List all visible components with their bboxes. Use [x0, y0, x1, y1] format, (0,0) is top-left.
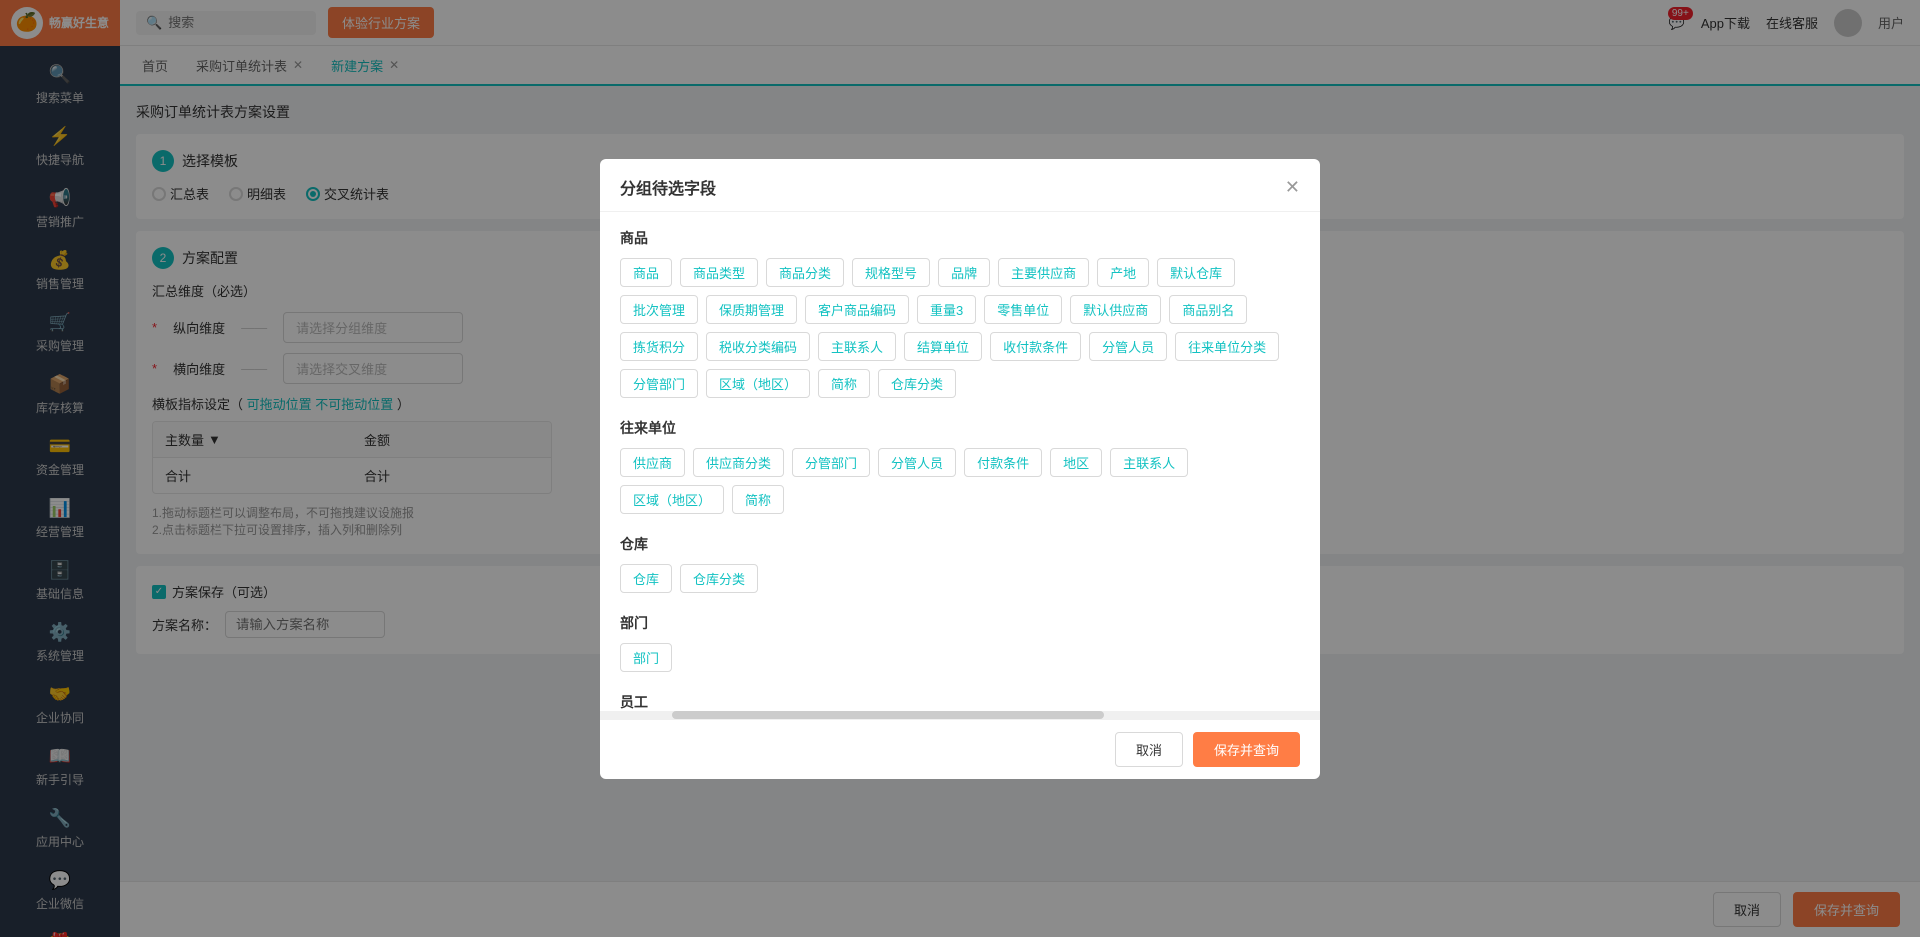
field-tag-0-10[interactable]: 客户商品编码 — [805, 295, 909, 324]
field-tag-0-1[interactable]: 商品类型 — [680, 258, 758, 287]
field-tag-0-9[interactable]: 保质期管理 — [706, 295, 797, 324]
field-tag-0-23[interactable]: 区域（地区） — [706, 369, 810, 398]
modal-section-title-3: 部门 — [620, 613, 1300, 633]
field-tag-1-3[interactable]: 分管人员 — [878, 448, 956, 477]
field-tag-0-12[interactable]: 零售单位 — [984, 295, 1062, 324]
modal-hscroll-thumb — [672, 711, 1104, 719]
field-tag-0-6[interactable]: 产地 — [1097, 258, 1149, 287]
modal-section-title-2: 仓库 — [620, 534, 1300, 554]
modal-title: 分组待选字段 — [620, 175, 716, 199]
field-tag-0-21[interactable]: 往来单位分类 — [1175, 332, 1279, 361]
field-tag-0-0[interactable]: 商品 — [620, 258, 672, 287]
field-tag-0-7[interactable]: 默认仓库 — [1157, 258, 1235, 287]
field-tag-0-5[interactable]: 主要供应商 — [998, 258, 1089, 287]
field-tag-0-15[interactable]: 拣货积分 — [620, 332, 698, 361]
field-tag-0-2[interactable]: 商品分类 — [766, 258, 844, 287]
field-tag-3-0[interactable]: 部门 — [620, 643, 672, 672]
modal-section-4: 员工业务员 — [620, 692, 1300, 711]
field-tag-1-6[interactable]: 主联系人 — [1110, 448, 1188, 477]
field-tag-0-13[interactable]: 默认供应商 — [1070, 295, 1161, 324]
modal-section-title-0: 商品 — [620, 228, 1300, 248]
modal-header: 分组待选字段 ✕ — [600, 159, 1320, 212]
modal-footer: 取消 保存并查询 — [600, 719, 1320, 779]
field-tag-0-24[interactable]: 简称 — [818, 369, 870, 398]
modal-section-tags-2: 仓库仓库分类 — [620, 564, 1300, 593]
field-tag-1-8[interactable]: 简称 — [732, 485, 784, 514]
modal-section-2: 仓库仓库仓库分类 — [620, 534, 1300, 593]
modal-hscroll[interactable] — [600, 711, 1320, 719]
modal-section-title-4: 员工 — [620, 692, 1300, 711]
field-tag-1-2[interactable]: 分管部门 — [792, 448, 870, 477]
modal-section-title-1: 往来单位 — [620, 418, 1300, 438]
field-tag-1-0[interactable]: 供应商 — [620, 448, 685, 477]
field-tag-1-4[interactable]: 付款条件 — [964, 448, 1042, 477]
field-tag-0-20[interactable]: 分管人员 — [1089, 332, 1167, 361]
modal-section-tags-3: 部门 — [620, 643, 1300, 672]
field-tag-2-0[interactable]: 仓库 — [620, 564, 672, 593]
modal-section-1: 往来单位供应商供应商分类分管部门分管人员付款条件地区主联系人区域（地区） 简称 — [620, 418, 1300, 514]
field-tag-0-16[interactable]: 税收分类编码 — [706, 332, 810, 361]
modal: 分组待选字段 ✕ 商品商品商品类型商品分类规格型号品牌主要供应商产地默认仓库批次… — [600, 159, 1320, 779]
field-tag-0-17[interactable]: 主联系人 — [818, 332, 896, 361]
field-tag-0-18[interactable]: 结算单位 — [904, 332, 982, 361]
field-tag-2-1[interactable]: 仓库分类 — [680, 564, 758, 593]
field-tag-0-25[interactable]: 仓库分类 — [878, 369, 956, 398]
field-tag-1-7[interactable]: 区域（地区） — [620, 485, 724, 514]
field-tag-0-8[interactable]: 批次管理 — [620, 295, 698, 324]
field-tag-0-4[interactable]: 品牌 — [938, 258, 990, 287]
field-tag-0-19[interactable]: 收付款条件 — [990, 332, 1081, 361]
modal-confirm-button[interactable]: 保存并查询 — [1193, 732, 1300, 767]
field-tag-0-22[interactable]: 分管部门 — [620, 369, 698, 398]
field-tag-0-3[interactable]: 规格型号 — [852, 258, 930, 287]
modal-section-3: 部门部门 — [620, 613, 1300, 672]
modal-section-tags-1: 供应商供应商分类分管部门分管人员付款条件地区主联系人区域（地区） 简称 — [620, 448, 1300, 514]
modal-cancel-button[interactable]: 取消 — [1115, 732, 1183, 767]
field-tag-0-14[interactable]: 商品别名 — [1169, 295, 1247, 324]
field-tag-0-11[interactable]: 重量3 — [917, 295, 976, 324]
modal-close-button[interactable]: ✕ — [1285, 178, 1300, 196]
modal-overlay: 分组待选字段 ✕ 商品商品商品类型商品分类规格型号品牌主要供应商产地默认仓库批次… — [0, 0, 1920, 937]
modal-body: 商品商品商品类型商品分类规格型号品牌主要供应商产地默认仓库批次管理保质期管理客户… — [600, 212, 1320, 711]
modal-section-tags-0: 商品商品类型商品分类规格型号品牌主要供应商产地默认仓库批次管理保质期管理客户商品… — [620, 258, 1300, 398]
modal-section-0: 商品商品商品类型商品分类规格型号品牌主要供应商产地默认仓库批次管理保质期管理客户… — [620, 228, 1300, 398]
field-tag-1-1[interactable]: 供应商分类 — [693, 448, 784, 477]
field-tag-1-5[interactable]: 地区 — [1050, 448, 1102, 477]
